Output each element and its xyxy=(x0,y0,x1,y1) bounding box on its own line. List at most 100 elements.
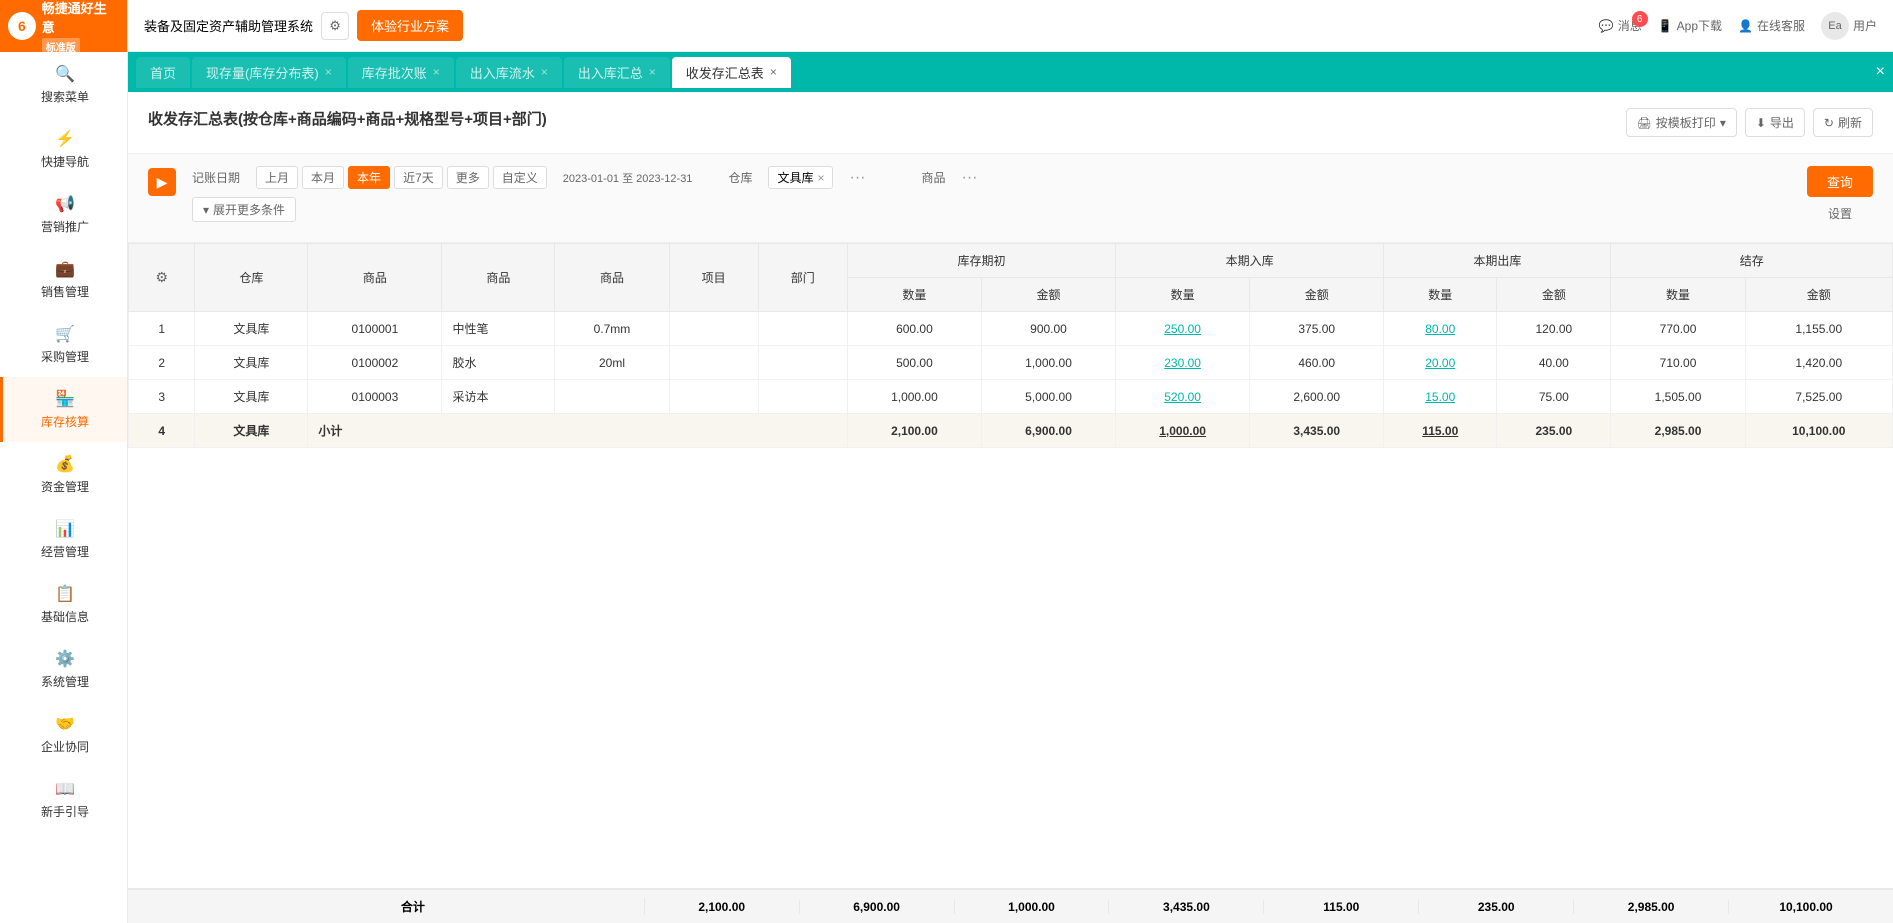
date-btn-custom[interactable]: 自定义 xyxy=(493,166,547,189)
footer-open-amt: 6,900.00 xyxy=(800,900,955,914)
purchase-icon: 🛒 xyxy=(55,324,75,344)
table-row: 3 文具库 0100003 采访本 1,000.00 5,000.00 520.… xyxy=(129,380,1893,414)
sidebar-item-label: 基础信息 xyxy=(41,608,89,625)
tab-receipt-summary[interactable]: 收发存汇总表 × xyxy=(672,57,791,88)
system-title: 装备及固定资产辅助管理系统 xyxy=(144,16,313,35)
out-amt-header: 金额 xyxy=(1497,278,1611,312)
set-button[interactable]: 设置 xyxy=(1824,201,1856,226)
row-no: 3 xyxy=(129,380,195,414)
sidebar-item-marketing[interactable]: 📢 营销推广 xyxy=(0,182,127,247)
sidebar-item-basicinfo[interactable]: 📋 基础信息 xyxy=(0,572,127,637)
in-qty-link[interactable]: 250.00 xyxy=(1164,322,1201,336)
warehouse-col-header: 仓库 xyxy=(195,244,308,312)
row-out-amt: 75.00 xyxy=(1497,380,1611,414)
row-code: 0100001 xyxy=(308,312,442,346)
tab-inout-summary[interactable]: 出入库汇总 × xyxy=(564,57,670,88)
tab-label: 出入库汇总 xyxy=(578,63,643,82)
search-icon: 🔍 xyxy=(55,64,75,84)
date-btn-this-year[interactable]: 本年 xyxy=(348,166,390,189)
tab-close-icon[interactable]: × xyxy=(325,65,332,79)
expand-conditions-button[interactable]: ▾ 展开更多条件 xyxy=(192,197,296,222)
row-warehouse: 文具库 xyxy=(195,312,308,346)
sidebar-item-collaboration[interactable]: 🤝 企业协同 xyxy=(0,702,127,767)
dept-col-header: 部门 xyxy=(758,244,847,312)
tab-inventory-distribution[interactable]: 现存量(库存分布表) × xyxy=(192,57,346,88)
close-amt-header: 金额 xyxy=(1745,278,1892,312)
goods-more-icon[interactable]: ··· xyxy=(961,169,977,187)
online-service-button[interactable]: 👤 在线客服 xyxy=(1738,17,1805,34)
tab-close-icon[interactable]: × xyxy=(541,65,548,79)
row-dept xyxy=(758,346,847,380)
warehouse-more-icon[interactable]: ··· xyxy=(849,169,865,187)
filter-bar: ▶ 记账日期 上月 本月 本年 近7天 更多 自定义 2023-01-01 至 … xyxy=(128,154,1893,243)
date-btn-this-month[interactable]: 本月 xyxy=(302,166,344,189)
content-spacer xyxy=(128,566,1893,889)
date-btn-7days[interactable]: 近7天 xyxy=(394,166,443,189)
tab-home-label: 首页 xyxy=(150,63,176,82)
sidebar-item-purchase[interactable]: 🛒 采购管理 xyxy=(0,312,127,377)
settings-col-header: ⚙ xyxy=(129,244,195,312)
warehouse-tag-close[interactable]: × xyxy=(817,171,824,185)
footer-out-amt: 235.00 xyxy=(1419,900,1574,914)
in-qty-link[interactable]: 520.00 xyxy=(1164,390,1201,404)
refresh-button[interactable]: ↻ 刷新 xyxy=(1813,108,1873,137)
out-qty-header: 数量 xyxy=(1384,278,1497,312)
row-warehouse: 文具库 xyxy=(195,380,308,414)
sidebar-item-management[interactable]: 📊 经营管理 xyxy=(0,507,127,572)
tab-home[interactable]: 首页 xyxy=(136,57,190,88)
sidebar-item-quicknav[interactable]: ⚡ 快捷导航 xyxy=(0,117,127,182)
tab-bar-close-button[interactable]: × xyxy=(1876,63,1885,81)
sidebar-item-inventory[interactable]: 🏪 库存核算 xyxy=(0,377,127,442)
sidebar-item-search[interactable]: 🔍 搜索菜单 xyxy=(0,52,127,117)
tab-close-icon[interactable]: × xyxy=(433,65,440,79)
table-footer: 合计 2,100.00 6,900.00 1,000.00 3,435.00 1… xyxy=(128,888,1893,923)
filter-toggle-button[interactable]: ▶ xyxy=(148,168,176,196)
row-in-amt: 460.00 xyxy=(1250,346,1384,380)
app-download-button[interactable]: 📱 App下载 xyxy=(1658,17,1722,34)
sidebar-item-sales[interactable]: 💼 销售管理 xyxy=(0,247,127,312)
filter-row-date: 记账日期 上月 本月 本年 近7天 更多 自定义 2023-01-01 至 20… xyxy=(192,166,1791,189)
sidebar-item-system[interactable]: ⚙️ 系统管理 xyxy=(0,637,127,702)
filter-content: 记账日期 上月 本月 本年 近7天 更多 自定义 2023-01-01 至 20… xyxy=(192,166,1791,230)
basicinfo-icon: 📋 xyxy=(55,584,75,604)
sidebar-item-label: 系统管理 xyxy=(41,673,89,690)
phone-icon: 📱 xyxy=(1658,19,1673,33)
query-button[interactable]: 查询 xyxy=(1807,166,1873,197)
tab-close-icon[interactable]: × xyxy=(770,65,777,79)
in-qty-link[interactable]: 230.00 xyxy=(1164,356,1201,370)
row-in-amt: 2,600.00 xyxy=(1250,380,1384,414)
row-no: 1 xyxy=(129,312,195,346)
in-amt-header: 金额 xyxy=(1250,278,1384,312)
subtotal-in-qty-link[interactable]: 1,000.00 xyxy=(1159,424,1206,438)
data-table: ⚙ 仓库 商品 商品 商品 项目 部门 库存期初 本期入库 本期出库 结存 数量 xyxy=(128,243,1893,448)
sidebar-item-guide[interactable]: 📖 新手引导 xyxy=(0,767,127,832)
sidebar-item-label: 快捷导航 xyxy=(41,153,89,170)
out-qty-link[interactable]: 80.00 xyxy=(1425,322,1455,336)
avatar: Ea xyxy=(1821,12,1849,40)
out-qty-link[interactable]: 15.00 xyxy=(1425,390,1455,404)
gear-icon[interactable]: ⚙ xyxy=(155,269,168,285)
row-code: 0100003 xyxy=(308,380,442,414)
date-btn-more[interactable]: 更多 xyxy=(447,166,489,189)
out-qty-link[interactable]: 20.00 xyxy=(1425,356,1455,370)
footer-open-qty: 2,100.00 xyxy=(645,900,800,914)
subtotal-out-qty-link[interactable]: 115.00 xyxy=(1422,424,1458,438)
tab-close-icon[interactable]: × xyxy=(649,65,656,79)
row-project xyxy=(669,346,758,380)
row-open-qty: 600.00 xyxy=(847,312,981,346)
tab-batch-account[interactable]: 库存批次账 × xyxy=(348,57,454,88)
settings-button[interactable]: ⚙ xyxy=(321,12,349,40)
sidebar-item-finance[interactable]: 💰 资金管理 xyxy=(0,442,127,507)
date-btn-last-month[interactable]: 上月 xyxy=(256,166,298,189)
trial-button[interactable]: 体验行业方案 xyxy=(357,10,463,41)
row-project xyxy=(669,312,758,346)
service-icon: 👤 xyxy=(1738,19,1753,33)
tab-inout-flow[interactable]: 出入库流水 × xyxy=(456,57,562,88)
table-row: 1 文具库 0100001 中性笔 0.7mm 600.00 900.00 25… xyxy=(129,312,1893,346)
message-button[interactable]: 💬 消息 6 xyxy=(1599,17,1642,34)
sidebar-item-label: 搜索菜单 xyxy=(41,88,89,105)
export-button[interactable]: ⬇ 导出 xyxy=(1745,108,1805,137)
template-print-button[interactable]: 🖨 按模板打印 ▾ xyxy=(1626,108,1737,137)
user-button[interactable]: Ea 用户 xyxy=(1821,12,1877,40)
footer-in-qty: 1,000.00 xyxy=(955,900,1110,914)
